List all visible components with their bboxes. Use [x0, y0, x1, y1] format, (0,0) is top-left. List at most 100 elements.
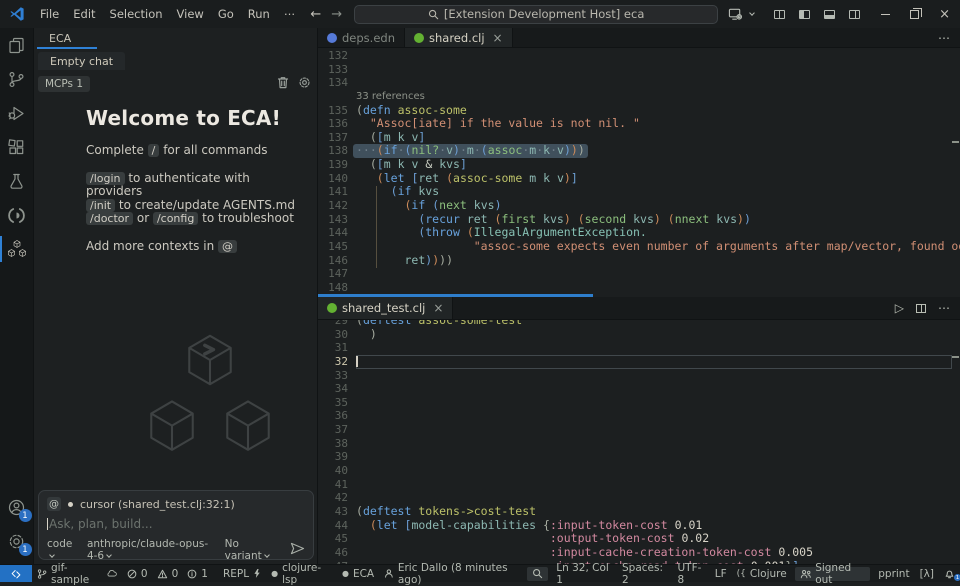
tab-shared-clj[interactable]: shared.clj × — [405, 28, 513, 47]
code-line[interactable]: 139 ([m k v & kvs] — [318, 157, 960, 172]
code-line[interactable]: 33 — [318, 369, 960, 383]
split-editor-icon[interactable] — [916, 303, 926, 313]
code-line[interactable]: 133 — [318, 63, 960, 77]
nav-back-icon[interactable]: ← — [310, 7, 321, 22]
menu-selection[interactable]: Selection — [103, 7, 170, 21]
code-line[interactable]: 35 — [318, 396, 960, 410]
code-line[interactable]: 43 (deftest tokens->cost-test — [318, 504, 960, 519]
send-icon[interactable] — [290, 542, 305, 558]
code-line[interactable]: 36 — [318, 409, 960, 423]
code-line[interactable]: 40 — [318, 464, 960, 478]
code-line[interactable]: 145 "assoc-some expects even number of a… — [318, 239, 960, 254]
more-actions-icon[interactable]: ⋯ — [938, 31, 950, 45]
source-control-icon[interactable] — [0, 62, 34, 96]
editor-shared-clj[interactable]: 132 133 134 33 references 135 (defn assoc-som… — [318, 48, 960, 294]
code-line[interactable]: 46 :input-cache-creation-token-cost 0.00… — [318, 545, 960, 560]
indentation-status[interactable]: Spaces: 2 — [617, 562, 672, 586]
toggle-primary-sidebar-icon[interactable] — [799, 9, 810, 19]
notifications-status[interactable]: 1 — [939, 565, 960, 582]
accounts-icon[interactable]: 1 — [0, 490, 34, 524]
problems-status[interactable]: 0 0 1 — [122, 565, 218, 582]
testing-icon[interactable] — [0, 164, 34, 198]
code-line[interactable]: 42 — [318, 491, 960, 505]
context-label[interactable]: cursor (shared_test.clj:32:1) — [80, 498, 235, 511]
tab-deps-edn[interactable]: deps.edn — [318, 28, 405, 47]
signed-out-status[interactable]: Signed out — [794, 562, 871, 586]
pprint-status[interactable]: pprint — [873, 565, 914, 582]
lambda-status[interactable]: [λ] — [915, 565, 939, 582]
code-line[interactable]: 142 (if (next kvs) — [318, 198, 960, 213]
code-line[interactable]: 34 — [318, 382, 960, 396]
code-line[interactable]: 38 — [318, 437, 960, 451]
code-line[interactable]: 32 — [318, 355, 960, 369]
codelens[interactable]: 33 references — [318, 90, 960, 104]
code-line[interactable]: 134 — [318, 76, 960, 90]
code-line[interactable]: 29 (deftest assoc-some-test — [318, 320, 960, 328]
code-line[interactable]: 41 — [318, 478, 960, 492]
mode-select[interactable]: code — [47, 538, 75, 562]
code-line[interactable]: 146 ret)))) — [318, 253, 960, 268]
eca-status[interactable]: ● ECA — [337, 565, 379, 582]
command-center-search[interactable]: [Extension Development Host] eca — [354, 4, 719, 24]
repl-icon[interactable] — [0, 198, 34, 232]
code-line[interactable]: 44 (let [model-capabilities {:input-toke… — [318, 518, 960, 533]
extensions-icon[interactable] — [0, 130, 34, 164]
encoding-status[interactable]: UTF-8 — [672, 562, 709, 586]
menu-view[interactable]: View — [170, 7, 211, 21]
remote-indicator[interactable] — [0, 565, 32, 582]
cursor-position-status[interactable]: Ln 32, Col 1 — [551, 562, 617, 586]
code-line[interactable]: 143 (recur ret (first kvs) (second kvs) … — [318, 212, 960, 227]
model-select[interactable]: anthropic/claude-opus-4-6 — [87, 538, 213, 562]
mcps-chip[interactable]: MCPs 1 — [38, 75, 91, 92]
customize-layout-icon[interactable] — [774, 9, 785, 19]
gear-icon[interactable] — [298, 74, 311, 93]
trash-icon[interactable] — [277, 74, 289, 93]
code-line[interactable]: 137 ([m k v] — [318, 130, 960, 145]
settings-gear-icon[interactable]: 1 — [0, 524, 34, 558]
add-context-button[interactable]: @ — [47, 497, 61, 511]
tab-shared-test-clj[interactable]: shared_test.clj × — [318, 297, 454, 319]
editor-shared-test-clj[interactable]: 29 (deftest assoc-some-test 30 ) 31 32 33 34 35… — [318, 320, 960, 564]
code-line[interactable]: 39 — [318, 450, 960, 464]
code-line[interactable]: 31 — [318, 341, 960, 355]
close-icon[interactable]: × — [939, 7, 950, 22]
run-tests-icon[interactable]: ▷ — [895, 301, 904, 315]
code-line[interactable]: 37 — [318, 423, 960, 437]
code-line[interactable]: 144 (throw (IllegalArgumentException. — [318, 226, 960, 240]
code-line[interactable]: 45 :output-token-cost 0.02 — [318, 531, 960, 546]
code-line[interactable]: 136 "Assoc[iate] if the value is not nil… — [318, 116, 960, 131]
code-line[interactable]: 30 ) — [318, 327, 960, 342]
menu-file[interactable]: File — [33, 7, 66, 21]
nav-forward-icon[interactable]: → — [331, 7, 342, 22]
variant-select[interactable]: No variant — [225, 538, 278, 562]
restore-icon[interactable] — [910, 7, 923, 19]
chat-tab[interactable]: Empty chat — [38, 52, 126, 70]
menu-go[interactable]: Go — [211, 7, 241, 21]
code-line[interactable]: 148 — [318, 281, 960, 294]
menu-[interactable]: ⋯ — [277, 7, 303, 21]
code-line[interactable]: 147 — [318, 267, 960, 281]
clojure-lsp-status[interactable]: ● clojure-lsp — [266, 562, 337, 586]
code-line[interactable]: 140 (let [ret (assoc-some m k v)] — [318, 171, 960, 186]
menu-edit[interactable]: Edit — [66, 7, 102, 21]
code-line[interactable]: 132 — [318, 49, 960, 63]
code-line[interactable]: 135 (defn assoc-some — [318, 103, 960, 118]
toggle-secondary-sidebar-icon[interactable] — [849, 9, 860, 19]
eol-status[interactable]: LF — [710, 565, 732, 582]
minimize-icon[interactable] — [881, 13, 891, 15]
close-tab-icon[interactable]: × — [493, 31, 503, 45]
menu-run[interactable]: Run — [241, 7, 277, 21]
chat-input[interactable]: Ask, plan, build... — [47, 517, 305, 531]
language-mode-status[interactable]: ({ Clojure — [732, 565, 792, 582]
zoom-status[interactable] — [527, 566, 549, 581]
monitor-gear-control[interactable] — [728, 7, 755, 21]
toggle-panel-icon[interactable] — [824, 9, 835, 19]
git-branch-status[interactable]: gif-sample — [32, 562, 122, 586]
git-blame-status[interactable]: Eric Dallo (8 minutes ago) — [379, 562, 524, 586]
close-tab-icon[interactable]: × — [433, 301, 443, 315]
explorer-icon[interactable] — [0, 28, 34, 62]
run-debug-icon[interactable] — [0, 96, 34, 130]
code-line[interactable]: 138 ···(if·(nil?·v)·m·(assoc·m·k·v))) — [318, 144, 960, 159]
eca-icon[interactable] — [0, 232, 34, 266]
code-line[interactable]: 141 (if kvs — [318, 185, 960, 199]
